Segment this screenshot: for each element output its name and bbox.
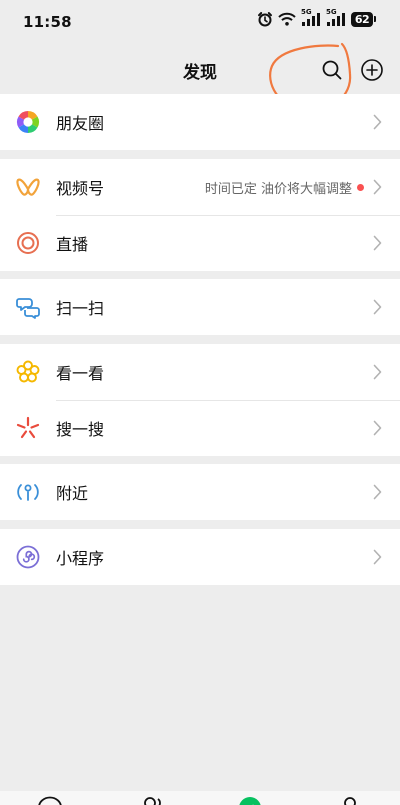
contacts-icon — [144, 797, 161, 805]
menu-item-label: 直播 — [56, 235, 89, 254]
menu-item-live[interactable]: 直播 — [0, 215, 400, 271]
menu-item-label: 附近 — [56, 484, 89, 503]
group-channels: 视频号 时间已定 油价将大幅调整 直播 — [0, 159, 400, 271]
menu-item-channels[interactable]: 视频号 时间已定 油价将大幅调整 — [0, 159, 400, 215]
menu-item-top-stories[interactable]: 看一看 — [0, 344, 400, 400]
tab-discover[interactable] — [236, 794, 264, 805]
mini-programs-icon — [15, 544, 41, 570]
compass-icon — [239, 797, 261, 805]
nav-bar: 发现 — [0, 46, 400, 93]
moments-aperture-icon — [15, 109, 41, 135]
menu-item-label: 看一看 — [56, 364, 105, 383]
live-ring-icon — [15, 230, 41, 256]
battery-cap — [374, 16, 376, 22]
channels-notice: 时间已定 油价将大幅调整 — [204, 181, 352, 197]
alarm-icon — [258, 12, 272, 27]
menu-item-scan[interactable]: 扫一扫 — [0, 279, 400, 335]
menu-item-label: 搜一搜 — [56, 420, 105, 439]
group-discover-content: 看一看 搜一搜 — [0, 344, 400, 456]
tab-me[interactable] — [336, 794, 364, 805]
signal-bars-icon — [327, 13, 345, 26]
group-moments: 朋友圈 — [0, 94, 400, 150]
signal-bars-icon — [302, 13, 320, 26]
search-icon — [322, 60, 342, 80]
tab-bar — [0, 791, 400, 805]
tab-chats[interactable] — [36, 794, 64, 805]
group-scan: 扫一扫 — [0, 279, 400, 335]
group-mini-programs: 小程序 — [0, 529, 400, 585]
battery-level: 62 — [351, 11, 373, 27]
plus-circle-icon — [361, 59, 383, 81]
menu-item-moments[interactable]: 朋友圈 — [0, 94, 400, 150]
search-button[interactable] — [320, 58, 344, 82]
nearby-person-icon — [15, 479, 41, 505]
chevron-right-icon — [373, 484, 382, 500]
wifi-icon — [278, 12, 296, 26]
status-time: 11:58 — [23, 13, 72, 31]
battery-indicator: 62 — [351, 11, 376, 27]
chevron-right-icon — [373, 364, 382, 380]
chevron-right-icon — [373, 114, 382, 130]
chevron-right-icon — [373, 420, 382, 436]
add-button[interactable] — [360, 58, 384, 82]
person-icon — [344, 797, 356, 805]
chat-bubble-icon — [38, 796, 62, 805]
search-sparkle-icon — [15, 415, 41, 441]
menu-item-search[interactable]: 搜一搜 — [0, 400, 400, 456]
menu-item-mini-programs[interactable]: 小程序 — [0, 529, 400, 585]
menu-item-label: 视频号 — [56, 179, 105, 198]
notification-dot — [357, 184, 364, 191]
chevron-right-icon — [373, 549, 382, 565]
menu-item-label: 小程序 — [56, 549, 105, 568]
group-nearby: 附近 — [0, 464, 400, 520]
menu-item-label: 朋友圈 — [56, 114, 105, 133]
signal-2: 5G — [326, 8, 346, 27]
menu-item-label: 扫一扫 — [56, 299, 105, 318]
status-bar: 11:58 5G 5G 62 — [0, 0, 400, 46]
channels-butterfly-icon — [15, 174, 41, 200]
status-icons: 5G 5G 62 — [257, 8, 376, 27]
top-stories-icon — [15, 359, 41, 385]
chevron-right-icon — [373, 235, 382, 251]
scan-icon — [15, 294, 41, 320]
tab-contacts[interactable] — [138, 794, 166, 805]
chevron-right-icon — [373, 179, 382, 195]
menu-item-nearby[interactable]: 附近 — [0, 464, 400, 520]
signal-1: 5G — [301, 8, 321, 27]
chevron-right-icon — [373, 299, 382, 315]
